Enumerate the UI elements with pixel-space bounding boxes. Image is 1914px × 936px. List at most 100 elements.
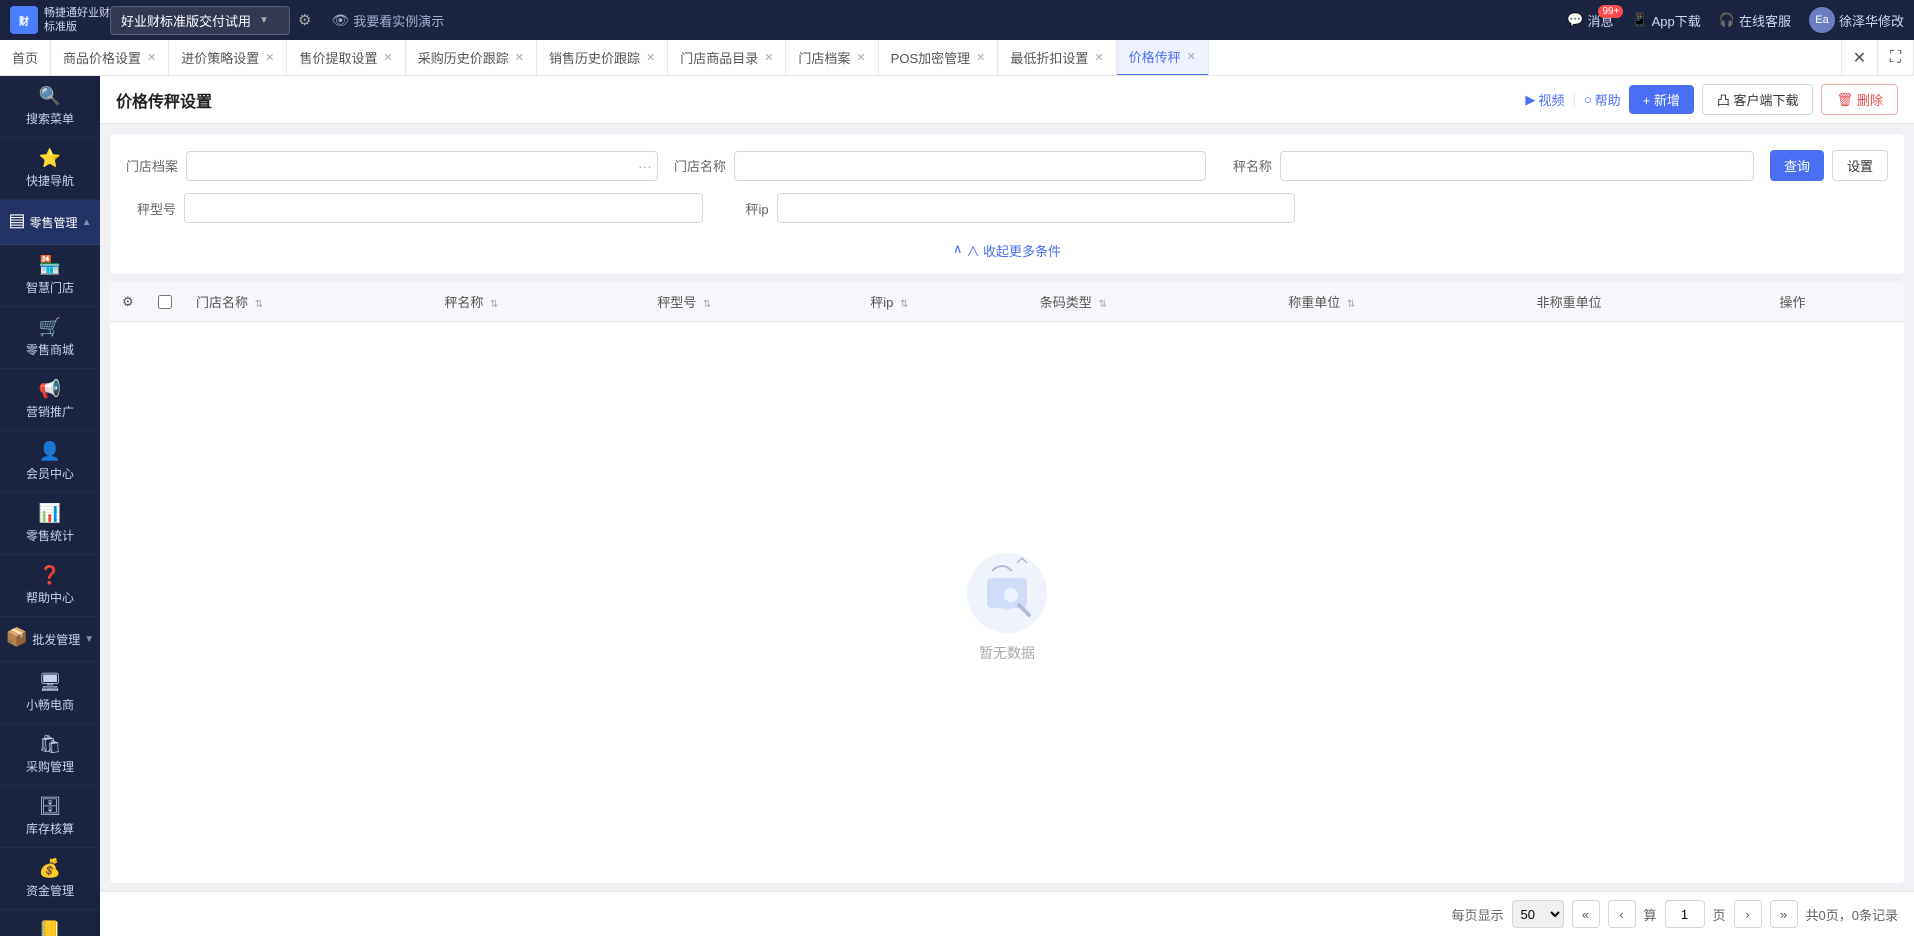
logo-icon: 财 [10, 6, 38, 34]
th-weight-unit[interactable]: 称重单位 ⇅ [1276, 282, 1524, 322]
purchase-icon: 🛍 [39, 734, 62, 755]
sidebar-shortcut[interactable]: ⭐ 快捷导航 [0, 138, 100, 200]
next-page-btn[interactable]: › [1734, 900, 1762, 928]
avatar: Ea [1809, 7, 1835, 33]
help-link[interactable]: ○ 帮助 [1584, 90, 1621, 109]
store-name-input[interactable] [734, 151, 1206, 181]
scale-name-input[interactable] [1280, 151, 1754, 181]
add-button[interactable]: + 新增 [1629, 85, 1694, 114]
th-scale-name[interactable]: 秤名称 ⇅ [432, 282, 645, 322]
close-tab-icon[interactable]: ✕ [1187, 50, 1196, 63]
sidebar-item-retail-stat[interactable]: 📊 零售统计 [0, 493, 100, 555]
table-wrapper: ⚙ 门店名称 ⇅ 秤名称 ⇅ [110, 282, 1904, 883]
gear-icon: ⚙ [122, 294, 134, 309]
close-tab-icon[interactable]: ✕ [265, 51, 274, 64]
sidebar-item-smart-store[interactable]: 🏪 智慧门店 [0, 245, 100, 307]
sidebar-item-finance[interactable]: 💰 资金管理 [0, 848, 100, 910]
tab-sales-history[interactable]: 销售历史价跟踪 ✕ [537, 40, 668, 76]
th-check[interactable] [146, 282, 184, 322]
sidebar-item-retail-mgmt[interactable]: ▤ 零售管理 ▲ [0, 200, 100, 245]
filter-scale-ip: 秤ip [719, 193, 1296, 223]
sidebar-item-inventory[interactable]: 🗄 库存核算 [0, 786, 100, 848]
close-tab-icon[interactable]: ✕ [147, 51, 156, 64]
sidebar-item-ecommerce[interactable]: 🖥 小畅电商 [0, 662, 100, 724]
per-page-label: 每页显示 [1451, 905, 1503, 924]
app-logo: 财 畅捷通好业财 标准版 [10, 6, 110, 35]
first-page-btn[interactable]: « [1572, 900, 1600, 928]
store-archive-input[interactable] [186, 151, 658, 181]
content-area: 价格传秤设置 ▶ 视频 | ○ 帮助 + 新增 凸 客户端下载 🗑 删除 [100, 76, 1914, 936]
filter-scale-model: 秤型号 [126, 193, 703, 223]
th-store-name[interactable]: 门店名称 ⇅ [184, 282, 432, 322]
filter-settings-button[interactable]: 设置 [1832, 150, 1888, 181]
filter-row-1: 门店档案 ··· 门店名称 秤名称 查询 设置 [126, 150, 1888, 181]
close-tab-icon[interactable]: ✕ [856, 51, 865, 64]
trash-icon: 🗑 [1836, 92, 1853, 108]
tab-commodity-price[interactable]: 商品价格设置 ✕ [51, 40, 169, 76]
close-tab-icon[interactable]: ✕ [515, 51, 524, 64]
scale-ip-input[interactable] [777, 193, 1296, 223]
download-button[interactable]: 凸 客户端下载 [1702, 84, 1814, 115]
scale-model-input[interactable] [184, 193, 703, 223]
close-tab-icon[interactable]: ✕ [764, 51, 773, 64]
tab-price-extract[interactable]: 售价提取设置 ✕ [287, 40, 405, 76]
close-tab-icon[interactable]: ✕ [646, 51, 655, 64]
sidebar-item-wholesale[interactable]: 📦 批发管理 ▼ [0, 617, 100, 662]
th-gear[interactable]: ⚙ [110, 282, 146, 322]
tab-price-scale[interactable]: 价格传秤 ✕ [1117, 40, 1209, 76]
th-scale-ip[interactable]: 秤ip ⇅ [858, 282, 1028, 322]
sidebar: 🔍 搜索菜单 ⭐ 快捷导航 ▤ 零售管理 ▲ 🏪 智慧门店 🛒 零售商城 📢 营… [0, 76, 100, 936]
maximize-tab-btn[interactable]: ⛶ [1878, 40, 1914, 76]
store-archive-input-wrapper: ··· [186, 151, 658, 181]
tab-purchase-history[interactable]: 采购历史价跟踪 ✕ [406, 40, 537, 76]
tab-home[interactable]: 首页 [0, 40, 51, 76]
sidebar-search[interactable]: 🔍 搜索菜单 [0, 76, 100, 138]
online-service-btn[interactable]: 🎧 在线客服 [1719, 11, 1791, 30]
close-tab-icon[interactable]: ✕ [976, 51, 985, 64]
tab-min-discount[interactable]: 最低折扣设置 ✕ [998, 40, 1116, 76]
messages-btn[interactable]: 💬 消息 99+ [1567, 11, 1613, 30]
tab-store-catalog[interactable]: 门店商品目录 ✕ [668, 40, 786, 76]
video-link[interactable]: ▶ 视频 [1525, 90, 1564, 109]
tab-purchase-strategy[interactable]: 进价策略设置 ✕ [169, 40, 287, 76]
close-tab-icon[interactable]: ✕ [1094, 51, 1103, 64]
tab-pos-encrypt[interactable]: POS加密管理 ✕ [879, 40, 999, 76]
th-scale-model[interactable]: 秤型号 ⇅ [645, 282, 858, 322]
query-button[interactable]: 查询 [1770, 150, 1824, 181]
sidebar-item-purchase[interactable]: 🛍 采购管理 [0, 724, 100, 786]
store-icon: 🏪 [39, 255, 61, 276]
demo-link[interactable]: 👁 我要看实例演示 [331, 11, 444, 30]
messages-badge: 99+ [1598, 5, 1623, 18]
sidebar-item-retail-mall[interactable]: 🛒 零售商城 [0, 307, 100, 369]
sidebar-item-member[interactable]: 👤 会员中心 [0, 431, 100, 493]
th-barcode-type[interactable]: 条码类型 ⇅ [1028, 282, 1276, 322]
tab-store-archive[interactable]: 门店档案 ✕ [786, 40, 878, 76]
version-selector[interactable]: 好业财标准版交付试用 ▼ [110, 6, 290, 35]
sidebar-item-help[interactable]: ❓ 帮助中心 [0, 555, 100, 617]
sort-icon: ⇅ [1098, 299, 1106, 310]
filter-store-name: 门店名称 [674, 151, 1206, 181]
search-icon: 🔍 [39, 86, 61, 107]
page-input[interactable] [1665, 900, 1705, 928]
sidebar-item-ledger[interactable]: 📒 总账管理 [0, 910, 100, 936]
per-page-select[interactable]: 50 10 20 100 [1512, 900, 1564, 928]
settings-icon[interactable]: ⚙ [298, 11, 311, 29]
marketing-icon: 📢 [39, 379, 61, 400]
shortcut-icon: ⭐ [39, 148, 61, 169]
more-icon[interactable]: ··· [638, 158, 652, 174]
app-download-btn[interactable]: 📱 App下载 [1631, 11, 1700, 30]
user-menu-btn[interactable]: Ea 徐泽华修改 [1809, 7, 1904, 33]
last-page-btn[interactable]: » [1770, 900, 1798, 928]
store-name-label: 门店名称 [674, 156, 726, 175]
delete-button[interactable]: 🗑 删除 [1821, 84, 1898, 115]
top-bar-right: 💬 消息 99+ 📱 App下载 🎧 在线客服 Ea 徐泽华修改 [1567, 7, 1904, 33]
sidebar-item-marketing[interactable]: 📢 营销推广 [0, 369, 100, 431]
collapse-btn[interactable]: ∧ ∧ 收起更多条件 [126, 235, 1888, 266]
close-tab-btn[interactable]: ✕ [1842, 40, 1878, 76]
tab-bar-controls: ✕ ⛶ [1841, 40, 1914, 76]
prev-page-btn[interactable]: ‹ [1608, 900, 1636, 928]
empty-text: 暂无数据 [979, 643, 1035, 663]
select-all-checkbox[interactable] [158, 295, 172, 309]
close-tab-icon[interactable]: ✕ [384, 51, 393, 64]
th-operation: 操作 [1767, 282, 1904, 322]
